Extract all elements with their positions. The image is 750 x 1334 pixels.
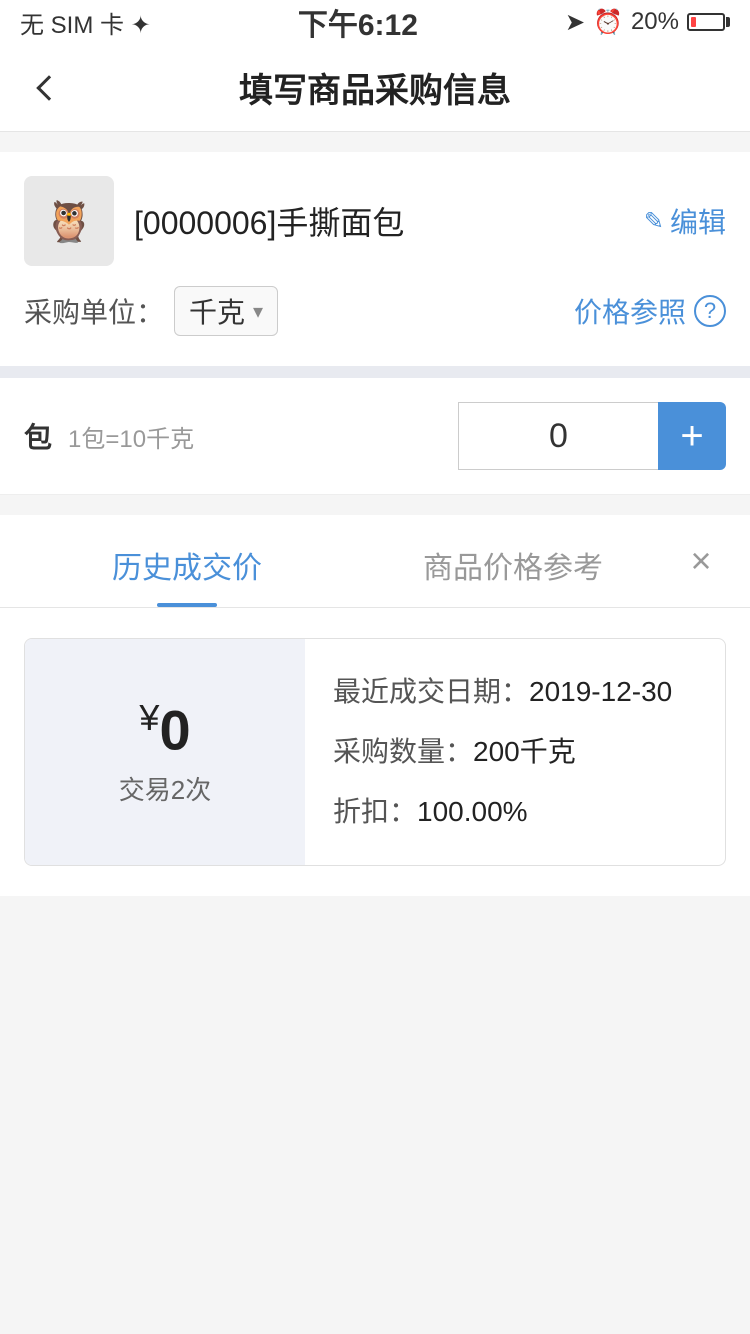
transaction-date-row: 最近成交日期：2019-12-30 [333,671,697,713]
transaction-price-value: ¥0 [139,697,190,763]
transaction-count: 交易2次 [119,770,211,807]
currency-symbol: ¥ [139,697,159,738]
unit-label-text: 采购单位： [24,291,164,331]
status-left: 无 SIM 卡 ✦ [20,5,151,40]
quantity-plus-button[interactable]: + [658,402,726,470]
nav-bar: 填写商品采购信息 [0,44,750,132]
quantity-label: 包 1包=10千克 [24,416,194,456]
product-left: 🦉 [0000006]手撕面包 [24,176,404,266]
close-button[interactable]: × [676,536,726,586]
status-right: ➤ ⏰ 20% [565,8,730,37]
quantity-control: + [458,402,726,470]
quantity-input[interactable] [458,402,658,470]
edit-label: 编辑 [670,201,726,241]
transaction-card: ¥0 交易2次 最近成交日期：2019-12-30 采购数量：200千克 折扣：… [24,638,726,866]
battery-icon [687,13,730,31]
product-header: 🦉 [0000006]手撕面包 ✎ 编辑 [24,176,726,266]
price-ref-label: 价格参照 [574,291,686,331]
location-icon: ➤ [565,8,585,37]
quantity-row: 包 1包=10千克 + [0,378,750,495]
main-content: 🦉 [0000006]手撕面包 ✎ 编辑 采购单位： 千克 ▾ 价格参照 [0,152,750,952]
product-thumbnail-icon: 🦉 [44,198,94,245]
product-image: 🦉 [24,176,114,266]
edit-icon: ✎ [644,207,664,236]
price-reference-button[interactable]: 价格参照 ? [574,291,726,331]
quantity-unit-note: 1包=10千克 [68,419,194,454]
discount-value: 100.00% [417,796,528,827]
alarm-icon: ⏰ [593,8,623,37]
transaction-details-panel: 最近成交日期：2019-12-30 采购数量：200千克 折扣：100.00% [305,639,725,865]
qty-value: 200千克 [473,736,576,767]
tab-history-price[interactable]: 历史成交价 [24,515,350,607]
date-value: 2019-12-30 [529,676,672,707]
back-button[interactable] [24,63,74,113]
tabs-container: 历史成交价 商品价格参考 × ¥0 交易2次 最近成交日期：2019-12-3 [0,515,750,896]
page-title: 填写商品采购信息 [239,63,511,112]
back-arrow-icon [36,75,61,100]
transaction-qty-row: 采购数量：200千克 [333,731,697,773]
product-name: [0000006]手撕面包 [134,198,404,244]
qty-label: 采购数量： [333,736,473,767]
tab-active-underline [157,603,217,607]
tab-content: ¥0 交易2次 最近成交日期：2019-12-30 采购数量：200千克 折扣：… [0,608,750,896]
transaction-price-panel: ¥0 交易2次 [25,639,305,865]
discount-label: 折扣： [333,796,417,827]
product-unit-row: 采购单位： 千克 ▾ 价格参照 ? [24,286,726,336]
unit-value: 千克 [189,291,245,331]
signal-text: 无 SIM 卡 ✦ [20,5,151,40]
quantity-unit-badge: 包 [24,416,52,456]
product-card: 🦉 [0000006]手撕面包 ✎ 编辑 采购单位： 千克 ▾ 价格参照 [0,152,750,366]
tabs-header: 历史成交价 商品价格参考 × [0,515,750,608]
status-bar: 无 SIM 卡 ✦ 下午6:12 ➤ ⏰ 20% [0,0,750,44]
transaction-discount-row: 折扣：100.00% [333,791,697,833]
status-time: 下午6:12 [298,0,418,44]
section-divider [0,366,750,378]
unit-dropdown-icon: ▾ [253,299,263,324]
battery-text: 20% [631,8,679,36]
tab-price-reference[interactable]: 商品价格参考 [350,515,676,607]
unit-selector[interactable]: 千克 ▾ [174,286,278,336]
help-icon-text: ? [704,298,716,324]
edit-button[interactable]: ✎ 编辑 [644,201,726,241]
date-label: 最近成交日期： [333,676,529,707]
unit-label: 采购单位： 千克 ▾ [24,286,278,336]
help-icon: ? [694,295,726,327]
